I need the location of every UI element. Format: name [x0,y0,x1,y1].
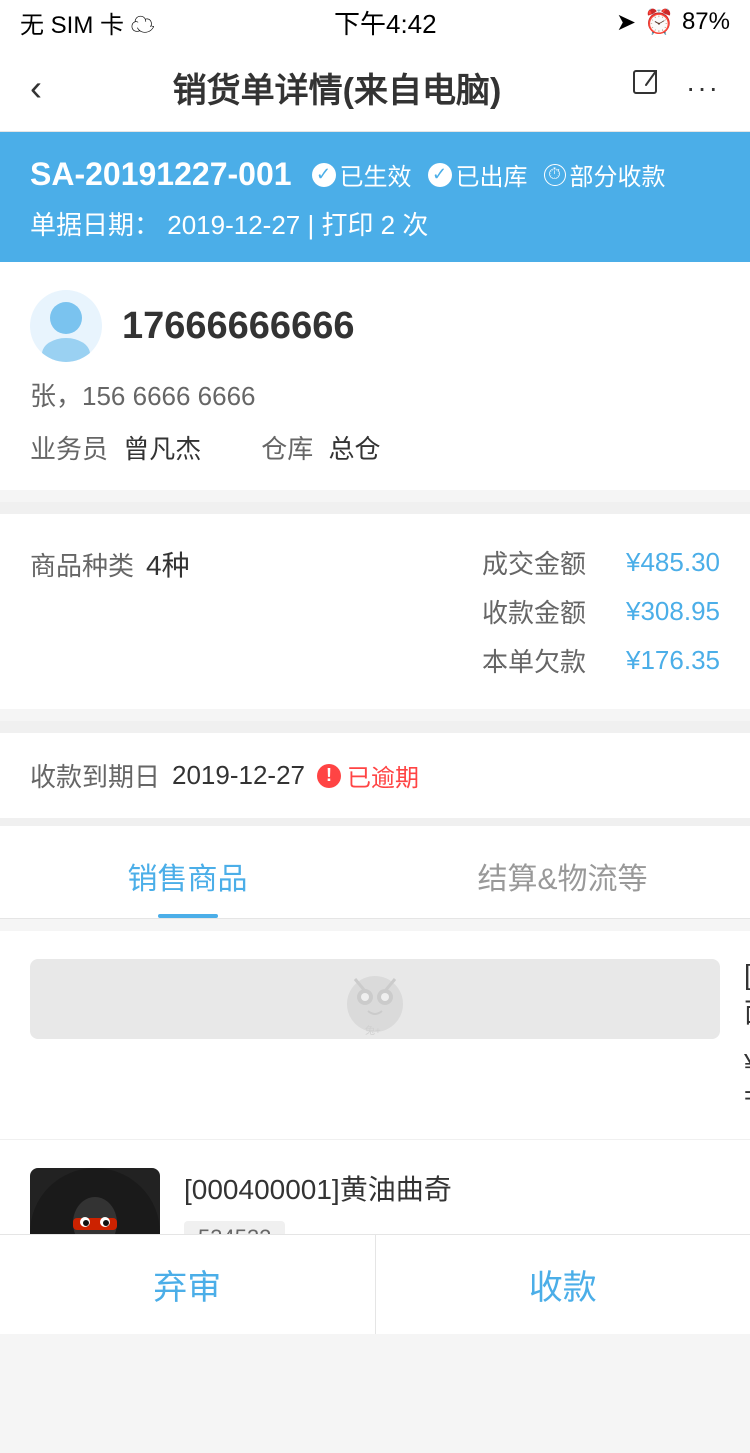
location-icon: ➤ [616,8,636,37]
product-name-2: [000400001]黄油曲奇 [184,1168,720,1208]
due-date-value: 2019-12-27 [172,760,305,791]
tab-sales-products[interactable]: 销售商品 [0,826,375,918]
collected-value: ¥308.95 [626,596,720,627]
nav-bar: ‹ 销货单详情(来自电脑) ··· [0,44,750,132]
status-effective: ✓ 已生效 [312,157,412,192]
page-title: 销货单详情(来自电脑) [173,63,502,112]
status-badges: ✓ 已生效 ✓ 已出库 ⏱ 部分收款 [312,157,666,192]
financial-summary: 成交金额 ¥485.30 收款金额 ¥308.95 本单欠款 ¥176.35 [482,544,720,679]
order-header: SA-20191227-001 ✓ 已生效 ✓ 已出库 ⏱ 部分收款 单据日期：… [0,132,750,262]
product-type-count: 4种 [146,544,190,584]
divider-1 [0,502,750,514]
sales-person: 业务员 曾凡杰 [30,429,201,466]
product-type-label: 商品种类 [30,546,134,583]
customer-section: 17666666666 张，156 6666 6666 业务员 曾凡杰 仓库 总… [0,262,750,490]
order-id: SA-20191227-001 [30,156,292,193]
debt-value: ¥176.35 [626,645,720,676]
clock-icon: ⏱ [544,164,566,186]
tabs: 销售商品 结算&物流等 [0,826,750,919]
collected-label: 收款金额 [482,593,586,630]
status-right: ➤ ⏰ 87% [616,8,730,37]
status-bar: 无 SIM 卡 ☁ 下午4:42 ➤ ⏰ 87% [0,0,750,44]
collect-payment-button[interactable]: 收款 [376,1235,750,1334]
summary-section: 商品种类 4种 成交金额 ¥485.30 收款金额 ¥308.95 本单欠款 ¥… [0,514,750,709]
product-info-1: [0000002]面包 ¥40 x 5 袋 = ¥199.99 [744,959,750,1111]
status-time: 下午4:42 [334,4,437,41]
svg-text:兔+: 兔+ [365,1024,381,1037]
back-button[interactable]: ‹ [30,67,42,109]
overdue-label: 已逾期 [347,758,419,793]
due-date-section: 收款到期日 2019-12-27 ! 已逾期 [0,733,750,826]
sim-signal: 无 SIM 卡 ☁ [20,5,155,40]
status-shipped: ✓ 已出库 [428,157,528,192]
battery: 87% [682,8,730,36]
customer-phone[interactable]: 17666666666 [122,305,354,348]
bottom-bar: 弃审 收款 [0,1234,750,1334]
due-date-label: 收款到期日 [30,757,160,794]
overdue-badge: ! 已逾期 [317,758,419,793]
product-thumb-1: 兔+ [30,959,720,1039]
product-name-1: [0000002]面包 [744,959,750,1031]
amount-value: ¥485.30 [626,547,720,578]
product-price-1: ¥40 x 5 袋 = ¥199.99 [744,1043,750,1111]
share-icon[interactable] [632,69,662,107]
warehouse: 仓库 总仓 [261,429,380,466]
customer-sub-info: 张，156 6666 6666 [30,376,720,413]
more-menu-button[interactable]: ··· [686,72,720,104]
amount-label: 成交金额 [482,544,586,581]
avatar [30,290,102,362]
status-left: 无 SIM 卡 ☁ [20,5,155,40]
product-image-1: 兔+ [335,959,415,1039]
check-icon-2: ✓ [428,163,452,187]
divider-2 [0,721,750,733]
status-partial-payment: ⏱ 部分收款 [544,157,666,192]
debt-label: 本单欠款 [482,642,586,679]
tab-settlement[interactable]: 结算&物流等 [375,826,750,918]
bottom-spacer [0,1333,750,1453]
alarm-icon: ⏰ [644,8,674,37]
nav-actions: ··· [632,69,720,107]
avatar-icon [30,290,102,362]
order-date: 单据日期： 2019-12-27 | 打印 2 次 [30,205,720,242]
check-icon-1: ✓ [312,163,336,187]
customer-meta: 业务员 曾凡杰 仓库 总仓 [30,429,720,466]
cancel-review-button[interactable]: 弃审 [0,1235,376,1334]
product-item-1: 兔+ [0000002]面包 ¥40 x 5 袋 = ¥199.99 [0,931,750,1140]
overdue-icon: ! [317,764,341,788]
